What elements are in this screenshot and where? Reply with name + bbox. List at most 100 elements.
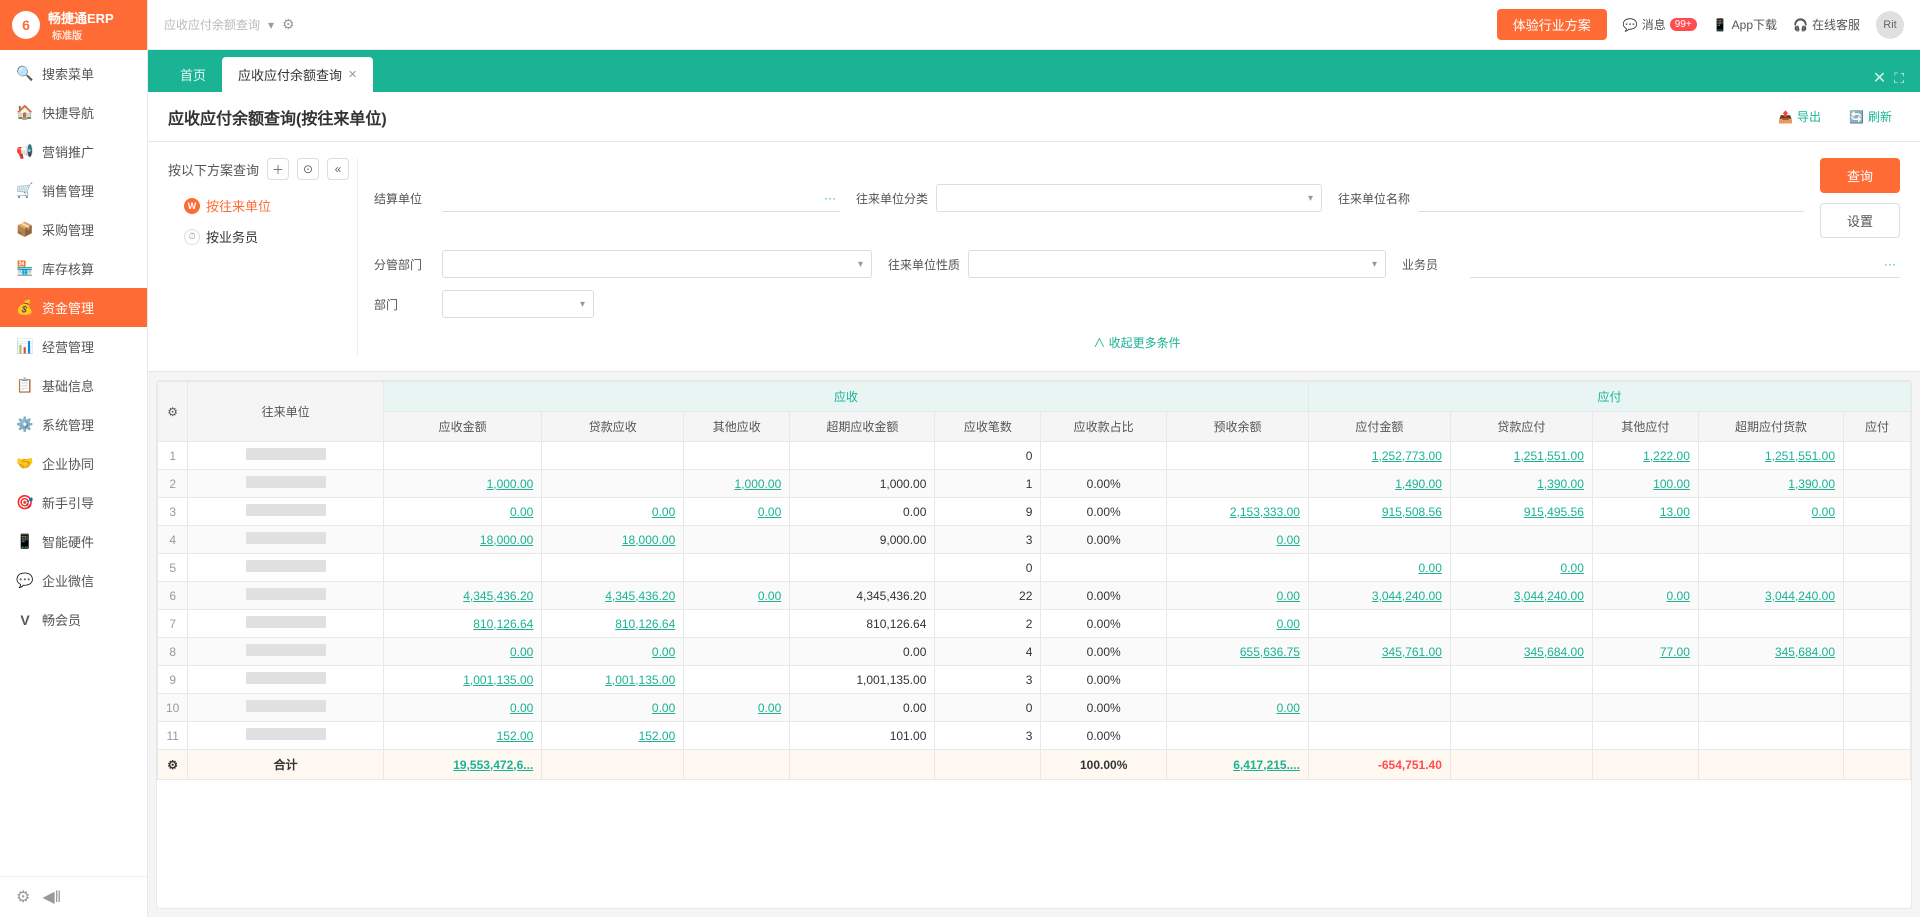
sidebar-item-purchase[interactable]: 📦 采购管理 <box>0 210 147 249</box>
cell-link[interactable]: 1,390.00 <box>1450 470 1592 498</box>
cell-link[interactable]: 2,153,333.00 <box>1166 498 1308 526</box>
sidebar-item-member[interactable]: V 畅会员 <box>0 600 147 639</box>
query-option-partner[interactable]: W 按往来单位 <box>176 192 349 219</box>
partner-name-input[interactable] <box>1418 184 1804 212</box>
dept-manager-select[interactable]: ▾ <box>442 250 872 278</box>
sidebar-item-hardware[interactable]: 📱 智能硬件 <box>0 522 147 561</box>
cell-link[interactable]: 1,251,551.00 <box>1450 442 1592 470</box>
cell-link[interactable]: 345,684.00 <box>1698 638 1843 666</box>
footer-receivable-total[interactable]: 19,553,472,6... <box>384 750 542 780</box>
cell-link[interactable]: 3,044,240.00 <box>1450 582 1592 610</box>
cell-link[interactable]: 0.00 <box>684 694 790 722</box>
gear-icon[interactable]: ⚙ <box>282 16 295 33</box>
cell-link[interactable]: 18,000.00 <box>384 526 542 554</box>
cell-link[interactable]: 1,000.00 <box>684 470 790 498</box>
messages-action[interactable]: 💬 消息 99+ <box>1623 16 1697 33</box>
cell-link[interactable]: 810,126.64 <box>384 610 542 638</box>
department-select[interactable]: ▾ <box>442 290 594 318</box>
field-dept-manager: 分管部门 ▾ <box>374 250 872 278</box>
cell-link[interactable]: 3,044,240.00 <box>1308 582 1450 610</box>
sidebar-settings-icon[interactable]: ⚙ <box>16 887 30 907</box>
cell-link[interactable]: 0.00 <box>384 638 542 666</box>
sidebar-item-quick-nav[interactable]: 🏠 快捷导航 <box>0 93 147 132</box>
cell-link[interactable]: 1,001,135.00 <box>384 666 542 694</box>
cell-link[interactable]: 0.00 <box>542 638 684 666</box>
scheme-settings-icon[interactable]: ⊙ <box>297 158 319 180</box>
cell-link[interactable]: 655,636.75 <box>1166 638 1308 666</box>
cell-link[interactable]: 0.00 <box>1592 582 1698 610</box>
cell-partner <box>188 638 384 666</box>
cell-link[interactable]: 345,684.00 <box>1450 638 1592 666</box>
sidebar-item-wechat[interactable]: 💬 企业微信 <box>0 561 147 600</box>
cell-link[interactable]: 1,490.00 <box>1308 470 1450 498</box>
solution-button[interactable]: 体验行业方案 <box>1497 9 1607 40</box>
query-option-salesman[interactable]: ⏱ 按业务员 <box>176 223 349 250</box>
sidebar-item-system[interactable]: ⚙️ 系统管理 <box>0 405 147 444</box>
refresh-button[interactable]: 🔄 刷新 <box>1841 104 1900 129</box>
cell-link[interactable]: 915,495.56 <box>1450 498 1592 526</box>
sidebar-item-inventory[interactable]: 🏪 库存核算 <box>0 249 147 288</box>
chevron-down-icon[interactable]: ▾ <box>268 18 274 32</box>
export-button[interactable]: 📤 导出 <box>1770 104 1829 129</box>
window-close-icon[interactable]: ✕ <box>1873 68 1886 88</box>
app-download-action[interactable]: 📱 App下载 <box>1713 16 1777 33</box>
settlement-unit-input[interactable]: ··· <box>442 184 840 212</box>
sidebar-item-search[interactable]: 🔍 搜索菜单 <box>0 54 147 93</box>
tab-balance-query[interactable]: 应收应付余额查询 ✕ <box>222 57 373 92</box>
footer-prepaid[interactable]: 6,417,215.... <box>1166 750 1308 780</box>
collapse-row[interactable]: ∧ 收起更多条件 <box>374 330 1900 355</box>
sidebar-item-marketing[interactable]: 📢 营销推广 <box>0 132 147 171</box>
cell-link[interactable]: 1,001,135.00 <box>542 666 684 694</box>
cell-link[interactable]: 18,000.00 <box>542 526 684 554</box>
partner-category-select[interactable]: ▾ <box>936 184 1322 212</box>
cell-link[interactable]: 0.00 <box>684 498 790 526</box>
cell-link[interactable]: 3,044,240.00 <box>1698 582 1843 610</box>
sidebar-collapse-icon[interactable]: ◀‖ <box>42 887 61 907</box>
scheme-collapse-icon[interactable]: « <box>327 158 349 180</box>
user-area[interactable]: Rit <box>1876 11 1904 39</box>
query-button[interactable]: 查询 <box>1820 158 1900 193</box>
cell-link[interactable]: 152.00 <box>542 722 684 750</box>
cell-link[interactable]: 1,000.00 <box>384 470 542 498</box>
cell-link[interactable]: 0.00 <box>1166 582 1308 610</box>
tab-home[interactable]: 首页 <box>164 57 222 92</box>
cell-link[interactable]: 152.00 <box>384 722 542 750</box>
cell-link[interactable]: 0.00 <box>542 498 684 526</box>
cell-link[interactable]: 1,222.00 <box>1592 442 1698 470</box>
cell-link[interactable]: 4,345,436.20 <box>384 582 542 610</box>
settings-button[interactable]: 设置 <box>1820 203 1900 238</box>
cell-link[interactable]: 4,345,436.20 <box>542 582 684 610</box>
cell-link[interactable]: 0.00 <box>1166 694 1308 722</box>
cell-link[interactable]: 0.00 <box>1166 610 1308 638</box>
add-scheme-button[interactable]: ＋ <box>267 158 289 180</box>
table-settings-col[interactable]: ⚙ <box>158 382 188 442</box>
cell-link[interactable]: 0.00 <box>1450 554 1592 582</box>
sidebar-item-operation[interactable]: 📊 经营管理 <box>0 327 147 366</box>
cell-link[interactable]: 77.00 <box>1592 638 1698 666</box>
cell-link[interactable]: 0.00 <box>542 694 684 722</box>
cell-link[interactable]: 810,126.64 <box>542 610 684 638</box>
cell-link[interactable]: 100.00 <box>1592 470 1698 498</box>
service-action[interactable]: 🎧 在线客服 <box>1793 16 1860 33</box>
cell-link[interactable]: 0.00 <box>1166 526 1308 554</box>
cell-link[interactable]: 0.00 <box>384 694 542 722</box>
tab-close-icon[interactable]: ✕ <box>348 68 357 81</box>
cell-link[interactable]: 0.00 <box>384 498 542 526</box>
cell-link[interactable]: 1,390.00 <box>1698 470 1843 498</box>
cell-link[interactable]: 0.00 <box>1698 498 1843 526</box>
partner-nature-select[interactable]: ▾ <box>968 250 1386 278</box>
cell-link[interactable]: 1,251,551.00 <box>1698 442 1843 470</box>
sidebar-item-coop[interactable]: 🤝 企业协同 <box>0 444 147 483</box>
cell-link[interactable]: 345,761.00 <box>1308 638 1450 666</box>
cell-link[interactable]: 0.00 <box>684 582 790 610</box>
cell-link[interactable]: 915,508.56 <box>1308 498 1450 526</box>
cell-link[interactable]: 1,252,773.00 <box>1308 442 1450 470</box>
sidebar-item-basic[interactable]: 📋 基础信息 <box>0 366 147 405</box>
window-expand-icon[interactable]: ⛶ <box>1894 70 1904 87</box>
cell-link[interactable]: 13.00 <box>1592 498 1698 526</box>
sidebar-item-sales[interactable]: 🛒 销售管理 <box>0 171 147 210</box>
sidebar-item-guide[interactable]: 🎯 新手引导 <box>0 483 147 522</box>
salesman-input[interactable]: ··· <box>1470 250 1900 278</box>
cell-link[interactable]: 0.00 <box>1308 554 1450 582</box>
sidebar-item-finance[interactable]: 💰 资金管理 <box>0 288 147 327</box>
